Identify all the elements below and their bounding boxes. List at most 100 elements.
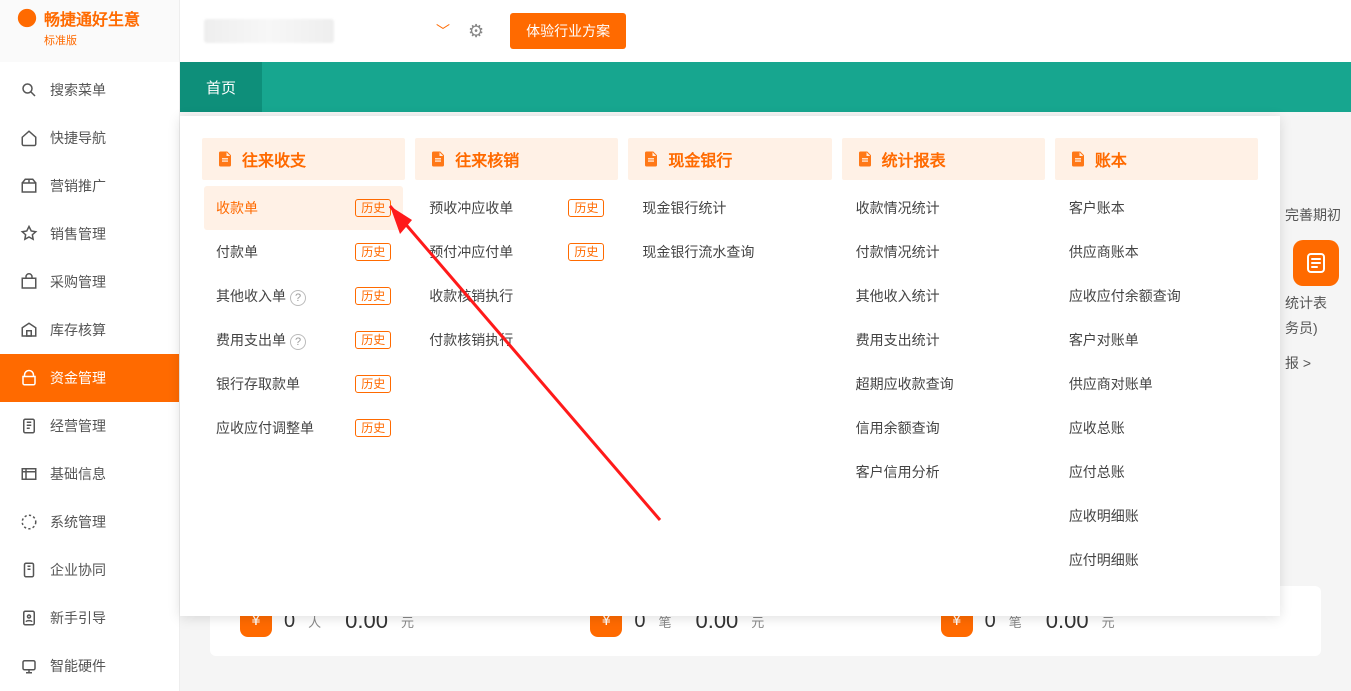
mega-column-title: 现金银行 (668, 147, 732, 171)
mega-item[interactable]: 超期应收款查询 (844, 362, 1043, 406)
mega-item-label: 应付明细账 (1069, 550, 1139, 570)
strip-app-icon[interactable] (1293, 240, 1339, 286)
search-menu-icon (20, 81, 38, 99)
mega-item[interactable]: 其他收入统计 (844, 274, 1043, 318)
sidebar-item-marketing[interactable]: 营销推广 (0, 162, 179, 210)
mega-item[interactable]: 供应商账本 (1057, 230, 1256, 274)
logo-icon (16, 7, 38, 29)
mega-item[interactable]: 现金银行统计 (630, 186, 829, 230)
mega-item[interactable]: 收款情况统计 (844, 186, 1043, 230)
mega-item[interactable]: 费用支出单?历史 (204, 318, 403, 362)
sidebar-item-label: 智能硬件 (50, 656, 106, 676)
mega-item[interactable]: 预收冲应收单历史 (417, 186, 616, 230)
mega-item-label: 收款核销执行 (429, 286, 513, 306)
mega-item[interactable]: 收款单 历史 (204, 186, 403, 230)
sales-icon (20, 225, 38, 243)
history-badge[interactable]: 历史 (355, 243, 391, 261)
mega-column-title: 往来核销 (455, 147, 519, 171)
sidebar-item-label: 库存核算 (50, 320, 106, 340)
sidebar-item-search-menu[interactable]: 搜索菜单 (0, 66, 179, 114)
history-badge[interactable]: 历史 (355, 287, 391, 305)
mega-column-header: 统计报表 (842, 138, 1045, 180)
marketing-icon (20, 177, 38, 195)
strip-link[interactable]: 报 > (1285, 353, 1347, 373)
help-icon[interactable]: ? (290, 334, 306, 350)
mega-item[interactable]: 预付冲应付单历史 (417, 230, 616, 274)
mega-item-label: 付款单 (216, 242, 258, 262)
mega-item[interactable]: 应收明细账 (1057, 494, 1256, 538)
mega-item[interactable]: 应收应付余额查询 (1057, 274, 1256, 318)
nav-list: 搜索菜单快捷导航营销推广销售管理采购管理库存核算资金管理经营管理基础信息系统管理… (0, 62, 179, 690)
history-badge[interactable]: 历史 (355, 199, 391, 217)
quick-nav-icon (20, 129, 38, 147)
mega-item[interactable]: 客户信用分析 (844, 450, 1043, 494)
operations-icon (20, 417, 38, 435)
mega-item[interactable]: 客户账本 (1057, 186, 1256, 230)
history-badge[interactable]: 历史 (568, 199, 604, 217)
sidebar-item-purchase[interactable]: 采购管理 (0, 258, 179, 306)
sidebar-item-quick-nav[interactable]: 快捷导航 (0, 114, 179, 162)
mega-column-header: 往来收支 (202, 138, 405, 180)
mega-item[interactable]: 费用支出统计 (844, 318, 1043, 362)
mega-item-label: 客户信用分析 (856, 462, 940, 482)
brand-edition: 标准版 (44, 32, 163, 48)
mega-item[interactable]: 其他收入单?历史 (204, 274, 403, 318)
document-icon (642, 150, 660, 168)
org-name-blurred (204, 19, 334, 43)
mega-item[interactable]: 应收应付调整单 历史 (204, 406, 403, 450)
history-badge[interactable]: 历史 (355, 331, 391, 349)
mega-item[interactable]: 付款单 历史 (204, 230, 403, 274)
enterprise-icon (20, 561, 38, 579)
sidebar-item-funds[interactable]: 资金管理 (0, 354, 179, 402)
mega-item-label: 银行存取款单 (216, 374, 300, 394)
history-badge[interactable]: 历史 (568, 243, 604, 261)
subheader: 首页 (180, 62, 1351, 112)
strip-hint-2b: 务员) (1285, 317, 1347, 339)
mega-item-label: 现金银行流水查询 (642, 242, 754, 262)
chevron-down-icon[interactable]: ﹀ (436, 21, 450, 41)
help-icon[interactable]: ? (290, 290, 306, 306)
mega-item[interactable]: 应付总账 (1057, 450, 1256, 494)
mega-item[interactable]: 付款情况统计 (844, 230, 1043, 274)
sidebar-item-enterprise[interactable]: 企业协同 (0, 546, 179, 594)
sidebar-item-basic-info[interactable]: 基础信息 (0, 450, 179, 498)
mega-item[interactable]: 付款核销执行 (417, 318, 616, 362)
mega-item[interactable]: 现金银行流水查询 (630, 230, 829, 274)
sidebar-item-inventory[interactable]: 库存核算 (0, 306, 179, 354)
mega-item-label: 应收明细账 (1069, 506, 1139, 526)
sidebar-item-label: 新手引导 (50, 608, 106, 628)
mega-item[interactable]: 供应商对账单 (1057, 362, 1256, 406)
gear-icon[interactable]: ⚙ (468, 21, 484, 42)
mega-item-label: 付款情况统计 (856, 242, 940, 262)
mega-item-label: 应收应付调整单 (216, 418, 314, 438)
mega-item[interactable]: 客户对账单 (1057, 318, 1256, 362)
mega-item[interactable]: 银行存取款单 历史 (204, 362, 403, 406)
sidebar-item-operations[interactable]: 经营管理 (0, 402, 179, 450)
mega-item[interactable]: 应收总账 (1057, 406, 1256, 450)
purchase-icon (20, 273, 38, 291)
tab-home[interactable]: 首页 (180, 62, 262, 112)
sidebar-item-guide[interactable]: 新手引导 (0, 594, 179, 642)
history-badge[interactable]: 历史 (355, 375, 391, 393)
mega-column-list: 预收冲应收单历史预付冲应付单历史收款核销执行付款核销执行 (415, 180, 618, 368)
mega-column-header: 往来核销 (415, 138, 618, 180)
sidebar-item-label: 经营管理 (50, 416, 106, 436)
guide-icon (20, 609, 38, 627)
strip-hint-1[interactable]: 完善期初 (1285, 204, 1347, 226)
history-badge[interactable]: 历史 (355, 419, 391, 437)
mega-item-label: 客户对账单 (1069, 330, 1139, 350)
mega-item-label: 收款单 (216, 198, 258, 218)
sidebar-item-system[interactable]: 系统管理 (0, 498, 179, 546)
mega-item-label: 应收总账 (1069, 418, 1125, 438)
funds-icon (20, 369, 38, 387)
mega-column: 统计报表收款情况统计付款情况统计其他收入统计费用支出统计超期应收款查询信用余额查… (842, 138, 1045, 586)
topbar: ﹀ ⚙ 体验行业方案 (180, 0, 1351, 62)
mega-item-label: 费用支出统计 (856, 330, 940, 350)
sidebar-item-sales[interactable]: 销售管理 (0, 210, 179, 258)
sidebar-item-hardware[interactable]: 智能硬件 (0, 642, 179, 690)
cta-button[interactable]: 体验行业方案 (510, 13, 626, 49)
mega-item[interactable]: 信用余额查询 (844, 406, 1043, 450)
mega-item-label: 信用余额查询 (856, 418, 940, 438)
mega-item[interactable]: 应付明细账 (1057, 538, 1256, 582)
mega-item[interactable]: 收款核销执行 (417, 274, 616, 318)
